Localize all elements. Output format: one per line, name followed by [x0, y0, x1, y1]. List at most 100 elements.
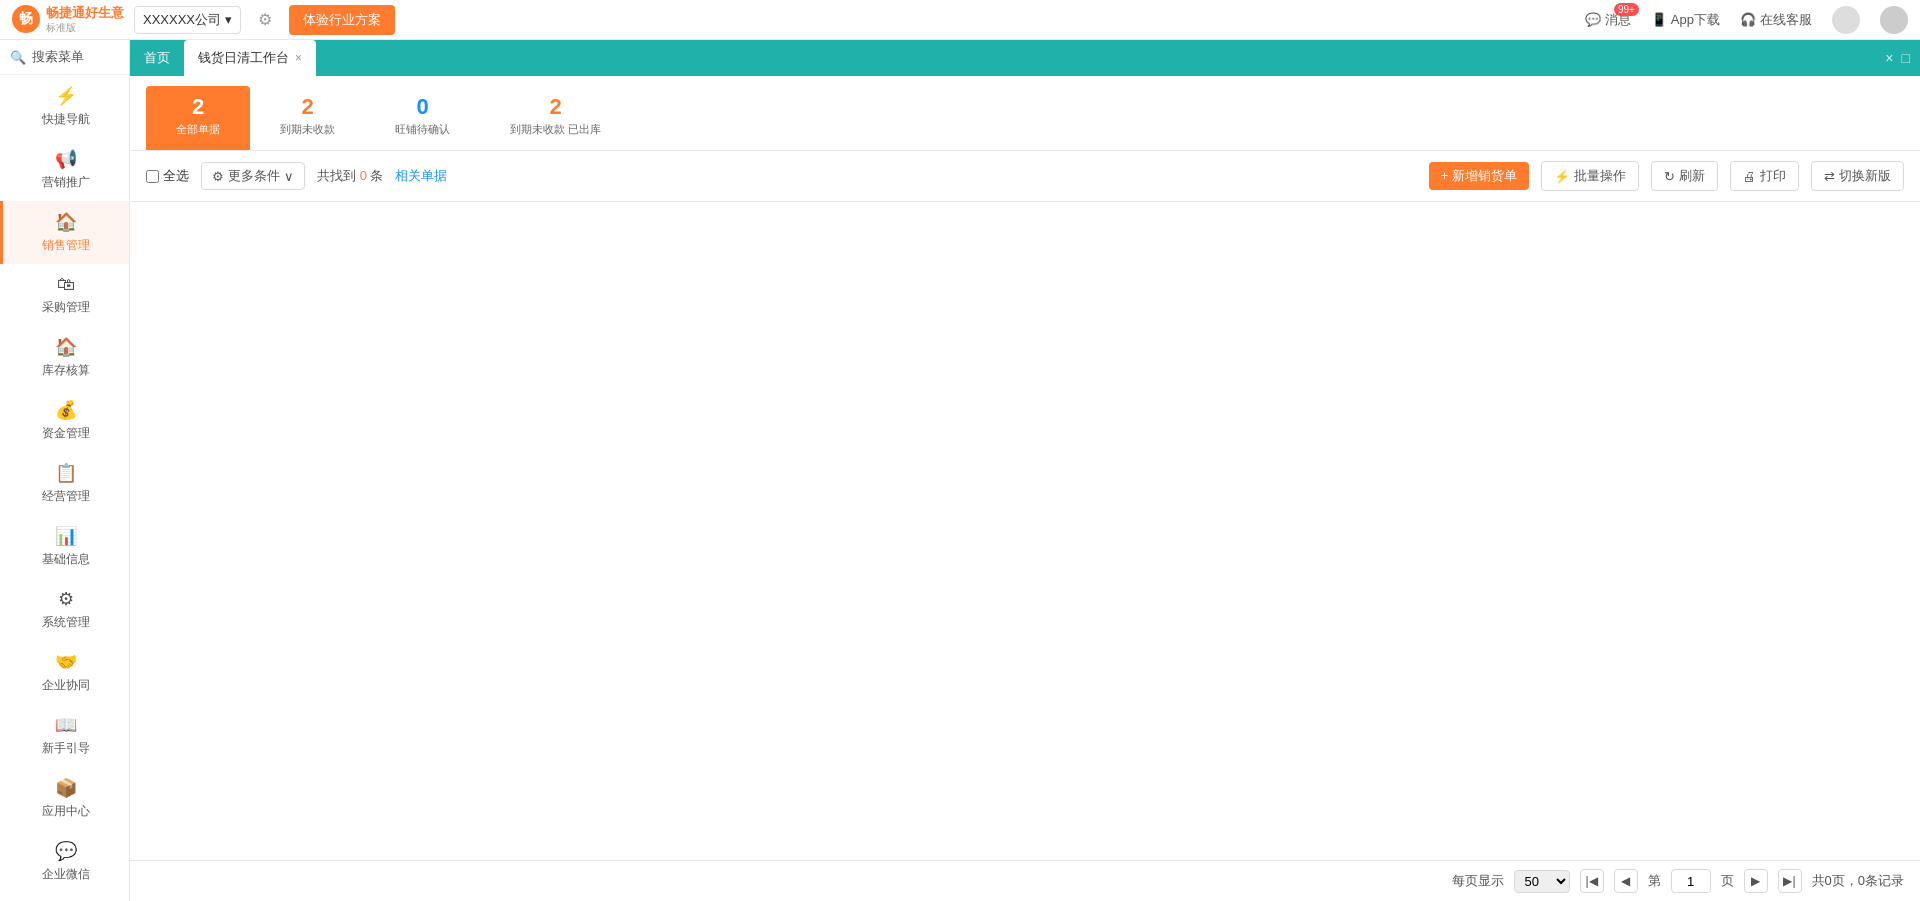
company-selector[interactable]: XXXXXX公司 ▾ — [134, 6, 241, 34]
guide-icon: 📖 — [55, 714, 77, 736]
sidebar-item-member[interactable]: ✓ 畅会员 — [0, 893, 129, 901]
tab-actions: × □ — [1875, 50, 1920, 66]
header-right: 💬 消息 99+ 📱 App下载 🎧 在线客服 — [1585, 6, 1908, 34]
sidebar-item-finance[interactable]: 💰 资金管理 — [0, 389, 129, 452]
purchase-icon: 🛍 — [57, 274, 75, 295]
per-page-label: 每页显示 — [1452, 872, 1504, 890]
sidebar-item-sales[interactable]: 🏠 销售管理 — [0, 201, 129, 264]
sidebar-item-cooperation[interactable]: 🤝 企业协同 — [0, 641, 129, 704]
sidebar-item-label: 基础信息 — [42, 551, 90, 568]
sidebar-item-purchase[interactable]: 🛍 采购管理 — [0, 264, 129, 326]
table-area — [130, 202, 1920, 860]
quick-nav-icon: ⚡ — [55, 85, 77, 107]
next-page-button[interactable]: ▶ — [1744, 869, 1768, 893]
sidebar-item-label: 新手引导 — [42, 740, 90, 757]
sidebar-item-system[interactable]: ⚙ 系统管理 — [0, 578, 129, 641]
gear-icon: ⚙ — [258, 10, 272, 29]
prev-page-button[interactable]: ◀ — [1614, 869, 1638, 893]
cooperation-icon: 🤝 — [55, 651, 77, 673]
sidebar-item-label: 采购管理 — [42, 299, 90, 316]
message-badge: 99+ — [1614, 3, 1639, 16]
tab-active[interactable]: 钱货日清工作台 × — [184, 40, 316, 76]
count-text: 共找到 0 条 — [317, 167, 383, 185]
sidebar-item-label: 经营管理 — [42, 488, 90, 505]
page-suffix: 页 — [1721, 872, 1734, 890]
sidebar-item-label: 销售管理 — [42, 237, 90, 254]
stat-label-pending: 旺铺待确认 — [395, 122, 450, 137]
search-menu-item[interactable]: 🔍 搜索菜单 — [0, 40, 129, 75]
refresh-icon: ↻ — [1664, 169, 1675, 184]
trial-button[interactable]: 体验行业方案 — [289, 5, 395, 35]
chevron-icon: ∨ — [284, 169, 294, 184]
batch-operation-button[interactable]: ⚡ 批量操作 — [1541, 161, 1639, 191]
stats-tab-overdue-shipped[interactable]: 2 到期未收款 已出库 — [480, 86, 631, 150]
marketing-icon: 📢 — [55, 148, 77, 170]
tab-home[interactable]: 首页 — [130, 40, 184, 76]
stat-label-overdue: 到期未收款 — [280, 122, 335, 137]
online-service-label: 在线客服 — [1760, 11, 1812, 29]
batch-icon: ⚡ — [1554, 169, 1570, 184]
sidebar-item-label: 资金管理 — [42, 425, 90, 442]
sidebar-item-quick-nav[interactable]: ⚡ 快捷导航 — [0, 75, 129, 138]
toolbar-left: 全选 ⚙ 更多条件 ∨ 共找到 0 条 相关单据 — [146, 162, 447, 190]
home-tab-label: 首页 — [144, 49, 170, 67]
sidebar-item-basic-info[interactable]: 📊 基础信息 — [0, 515, 129, 578]
first-page-button[interactable]: |◀ — [1580, 869, 1604, 893]
sidebar-item-label: 企业协同 — [42, 677, 90, 694]
page-input[interactable]: 1 — [1671, 869, 1711, 893]
print-button[interactable]: 🖨 打印 — [1730, 161, 1799, 191]
sidebar-item-guide[interactable]: 📖 新手引导 — [0, 704, 129, 767]
maximize-icon[interactable]: □ — [1902, 50, 1910, 66]
switch-icon: ⇄ — [1824, 169, 1835, 184]
sidebar-item-marketing[interactable]: 📢 营销推广 — [0, 138, 129, 201]
user-avatar[interactable] — [1880, 6, 1908, 34]
message-action[interactable]: 💬 消息 99+ — [1585, 11, 1631, 29]
app-center-icon: 📦 — [55, 777, 77, 799]
total-text: 共0页，0条记录 — [1812, 872, 1904, 890]
wechat-icon: 💬 — [55, 840, 77, 862]
select-all-checkbox[interactable]: 全选 — [146, 167, 189, 185]
app-download-label: App下载 — [1671, 11, 1720, 29]
search-menu-label: 搜索菜单 — [32, 48, 84, 66]
refresh-button[interactable]: ↻ 刷新 — [1651, 161, 1718, 191]
online-service-action[interactable]: 🎧 在线客服 — [1740, 11, 1812, 29]
add-order-button[interactable]: + 新增销货单 — [1429, 162, 1529, 190]
switch-version-button[interactable]: ⇄ 切换新版 — [1811, 161, 1904, 191]
service-icon: 🎧 — [1740, 12, 1756, 27]
settings-button[interactable]: ⚙ — [251, 6, 279, 34]
sidebar-item-operations[interactable]: 📋 经营管理 — [0, 452, 129, 515]
filter-label: 更多条件 — [228, 167, 280, 185]
main-layout: 🔍 搜索菜单 ⚡ 快捷导航 📢 营销推广 🏠 销售管理 🛍 采购管理 🏠 库存核… — [0, 40, 1920, 901]
related-orders-link[interactable]: 相关单据 — [395, 167, 447, 185]
basic-info-icon: 📊 — [55, 525, 77, 547]
select-all-input[interactable] — [146, 170, 159, 183]
stat-label-overdue-shipped: 到期未收款 已出库 — [510, 122, 601, 137]
download-icon: 📱 — [1651, 12, 1667, 27]
sidebar-item-wechat[interactable]: 💬 企业微信 — [0, 830, 129, 893]
app-download-action[interactable]: 📱 App下载 — [1651, 11, 1720, 29]
stat-number-all: 2 — [192, 94, 204, 120]
last-page-button[interactable]: ▶| — [1778, 869, 1802, 893]
page-size-select[interactable]: 50 100 — [1514, 870, 1570, 893]
avatar[interactable] — [1832, 6, 1860, 34]
stats-tab-overdue[interactable]: 2 到期未收款 — [250, 86, 365, 150]
stats-tab-all[interactable]: 2 全部单据 — [146, 86, 250, 150]
sidebar-item-label: 快捷导航 — [42, 111, 90, 128]
stat-number-overdue-shipped: 2 — [549, 94, 561, 120]
minimize-icon[interactable]: × — [1885, 50, 1893, 66]
logo-area: 畅 畅捷通好生意 标准版 — [12, 5, 124, 35]
stats-tab-pending[interactable]: 0 旺铺待确认 — [365, 86, 480, 150]
tab-close-icon[interactable]: × — [295, 51, 302, 65]
top-header: 畅 畅捷通好生意 标准版 XXXXXX公司 ▾ ⚙ 体验行业方案 💬 消息 99… — [0, 0, 1920, 40]
active-tab-label: 钱货日清工作台 — [198, 49, 289, 67]
system-icon: ⚙ — [58, 588, 74, 610]
sidebar-item-app-center[interactable]: 📦 应用中心 — [0, 767, 129, 830]
page-content: 2 全部单据 2 到期未收款 0 旺铺待确认 2 到期未收款 已出库 — [130, 76, 1920, 901]
logo-icon: 畅 — [12, 5, 40, 33]
logo-text: 畅捷通好生意 标准版 — [46, 5, 124, 35]
stats-tabs: 2 全部单据 2 到期未收款 0 旺铺待确认 2 到期未收款 已出库 — [130, 76, 1920, 151]
filter-button[interactable]: ⚙ 更多条件 ∨ — [201, 162, 305, 190]
sidebar: 🔍 搜索菜单 ⚡ 快捷导航 📢 营销推广 🏠 销售管理 🛍 采购管理 🏠 库存核… — [0, 40, 130, 901]
header-left: 畅 畅捷通好生意 标准版 XXXXXX公司 ▾ ⚙ 体验行业方案 — [12, 5, 395, 35]
sidebar-item-inventory[interactable]: 🏠 库存核算 — [0, 326, 129, 389]
